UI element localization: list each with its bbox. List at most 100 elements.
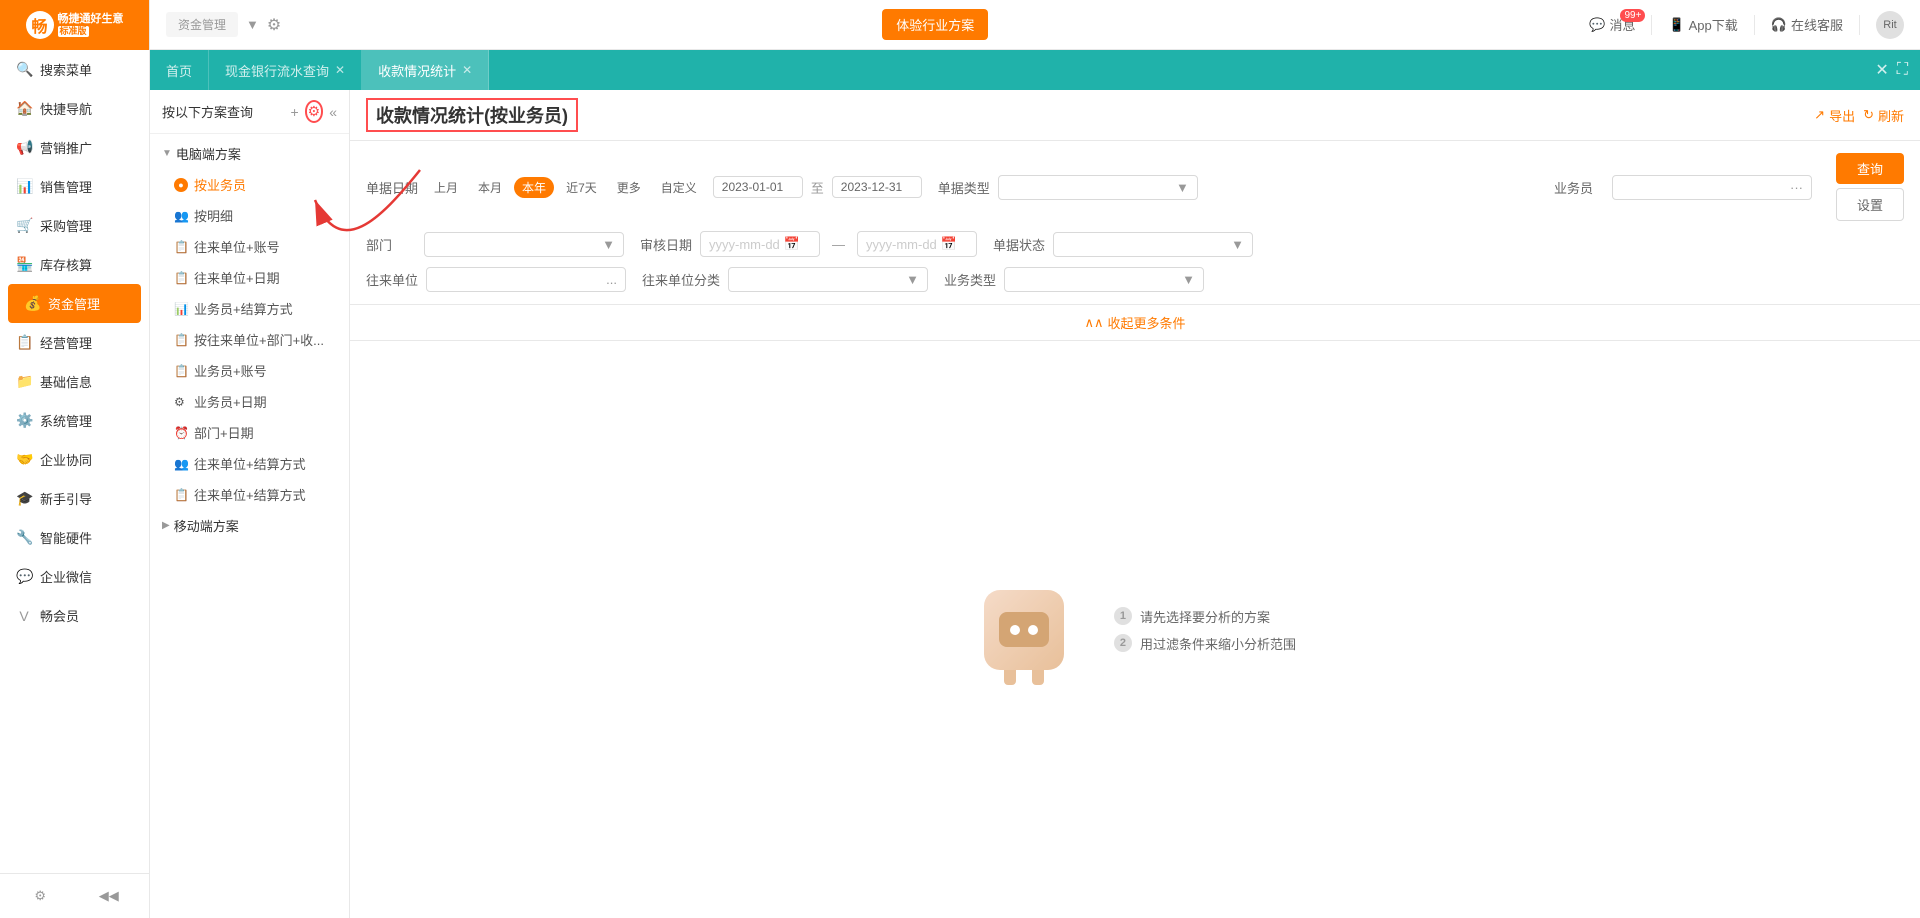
filter-docstatus-item: 单据状态 ▼ <box>993 232 1253 257</box>
doctype-select[interactable]: ▼ <box>998 175 1198 200</box>
sidebar-collapse-btn[interactable]: ◀◀ <box>77 882 142 910</box>
scheme-group-desktop[interactable]: ▼ 电脑端方案 <box>150 138 349 169</box>
top-gear-icon[interactable]: ⚙ <box>267 15 281 35</box>
set-btn[interactable]: 设置 <box>1836 188 1904 221</box>
biztype-dropdown-icon: ▼ <box>1182 272 1195 287</box>
date-custom[interactable]: 自定义 <box>653 177 705 198</box>
scheme-item-sale-date[interactable]: ⚙ 业务员+日期 <box>150 386 349 417</box>
refresh-label: 刷新 <box>1878 106 1904 125</box>
counterparty-class-select[interactable]: ▼ <box>728 267 928 292</box>
inventory-icon: 🏪 <box>16 256 32 273</box>
sidebar-item-member[interactable]: V 畅会员 <box>0 596 149 635</box>
tab-maximize-icon[interactable]: ⛶ <box>1897 61 1908 79</box>
date-last-month[interactable]: 上月 <box>426 177 466 198</box>
receipts-tab-close-icon[interactable]: ✕ <box>462 64 472 76</box>
group-mobile-expand-icon: ▶ <box>162 520 170 531</box>
date-this-month[interactable]: 本月 <box>470 177 510 198</box>
scheme-add-icon[interactable]: + <box>290 104 298 120</box>
sidebar-item-capital[interactable]: 💰 资金管理 <box>8 284 141 323</box>
scheme-settings-icon[interactable]: ⚙ <box>305 100 324 123</box>
refresh-btn[interactable]: ↻ 刷新 <box>1863 106 1904 125</box>
purchase-icon: 🛒 <box>16 217 32 234</box>
scheme-item-unit-date[interactable]: 📋 往来单位+日期 <box>150 262 349 293</box>
sidebar-item-sales[interactable]: 📊 销售管理 <box>0 167 149 206</box>
sidebar-item-marketing[interactable]: 📢 营销推广 <box>0 128 149 167</box>
sidebar-item-operation[interactable]: 📋 经营管理 <box>0 323 149 362</box>
date-7days[interactable]: 近7天 <box>558 177 605 198</box>
salesperson-label: 业务员 <box>1554 178 1604 197</box>
audit-date-to[interactable]: yyyy-mm-dd 📅 <box>857 231 977 257</box>
sidebar-item-basic[interactable]: 📁 基础信息 <box>0 362 149 401</box>
wechat-icon: 💬 <box>16 568 32 585</box>
counterparty-select[interactable]: ... <box>426 267 626 292</box>
sidebar-item-inventory[interactable]: 🏪 库存核算 <box>0 245 149 284</box>
salesperson-more-icon: ··· <box>1790 180 1803 195</box>
audit-date-to-placeholder: yyyy-mm-dd <box>866 237 937 252</box>
unit-account-icon: 📋 <box>174 240 188 254</box>
home-tab-label: 首页 <box>166 61 192 80</box>
tab-close-all-icon[interactable]: ✕ <box>1875 60 1888 80</box>
scheme-item-unit-account[interactable]: 📋 往来单位+账号 <box>150 231 349 262</box>
top-header: 资金管理 ▼ ⚙ 体验行业方案 💬 消息 99+ 📱 App下载 🎧 在线客服 <box>150 0 1920 50</box>
sidebar-nav: 🔍 搜索菜单 🏠 快捷导航 📢 营销推广 📊 销售管理 🛒 采购管理 🏪 库存核… <box>0 50 149 873</box>
date-from-input[interactable] <box>713 176 803 198</box>
scheme-item-dept-date[interactable]: ⏰ 部门+日期 <box>150 417 349 448</box>
query-btn[interactable]: 查询 <box>1836 153 1904 184</box>
sidebar-item-purchase[interactable]: 🛒 采购管理 <box>0 206 149 245</box>
scheme-panel: 按以下方案查询 + ⚙ « ▼ 电脑端方案 ● 按业务员 👥 按 <box>150 90 350 918</box>
robot-eye-left <box>1010 625 1020 635</box>
salesperson-select[interactable]: ··· <box>1612 175 1812 200</box>
scheme-item-unit-dept[interactable]: 📋 按往来单位+部门+收... <box>150 324 349 355</box>
sidebar-item-search[interactable]: 🔍 搜索菜单 <box>0 50 149 89</box>
sidebar-settings-btn[interactable]: ⚙ <box>8 882 73 910</box>
sale-date-icon: ⚙ <box>174 395 188 409</box>
divider2 <box>1754 15 1755 35</box>
sidebar-bottom: ⚙ ◀◀ <box>0 873 149 918</box>
basic-icon: 📁 <box>16 373 32 390</box>
online-service-btn[interactable]: 🎧 在线客服 <box>1771 15 1843 34</box>
filter-row-2: 部门 ▼ 审核日期 yyyy-mm-dd 📅 — <box>366 231 1904 257</box>
service-icon: 🎧 <box>1771 17 1787 33</box>
date-separator: 至 <box>811 178 824 197</box>
date-this-year[interactable]: 本年 <box>514 177 554 198</box>
filter-salesperson-item: 业务员 ··· <box>1554 175 1812 200</box>
biztype-select[interactable]: ▼ <box>1004 267 1204 292</box>
scheme-item-unit-settle1[interactable]: 👥 往来单位+结算方式 <box>150 448 349 479</box>
user-avatar-btn[interactable]: Rit <box>1876 11 1904 39</box>
audit-date-from[interactable]: yyyy-mm-dd 📅 <box>700 231 820 257</box>
message-btn[interactable]: 💬 消息 99+ <box>1589 15 1635 34</box>
bank-tab-close-icon[interactable]: ✕ <box>335 64 345 76</box>
scheme-list: ▼ 电脑端方案 ● 按业务员 👥 按明细 📋 往来单位+账号 📋 往来 <box>150 134 349 918</box>
empty-steps: 1 请先选择要分析的方案 2 用过滤条件来缩小分析范围 <box>1114 607 1296 653</box>
empty-step-1: 1 请先选择要分析的方案 <box>1114 607 1296 626</box>
scheme-group-mobile[interactable]: ▶ 移动端方案 <box>150 510 349 541</box>
sidebar-item-enterprise[interactable]: 🤝 企业协同 <box>0 440 149 479</box>
scheme-item-unit-settle2[interactable]: 📋 往来单位+结算方式 <box>150 479 349 510</box>
sidebar-item-wechat[interactable]: 💬 企业微信 <box>0 557 149 596</box>
sidebar-item-system[interactable]: ⚙️ 系统管理 <box>0 401 149 440</box>
app-download-btn[interactable]: 📱 App下载 <box>1668 15 1737 34</box>
scheme-item-detail[interactable]: 👥 按明细 <box>150 200 349 231</box>
refresh-icon: ↻ <box>1863 107 1874 123</box>
message-icon: 💬 <box>1589 17 1605 33</box>
export-btn[interactable]: ↗ 导出 <box>1814 106 1855 125</box>
scheme-collapse-icon[interactable]: « <box>329 104 337 120</box>
date-more[interactable]: 更多 <box>609 177 649 198</box>
audit-date-label: 审核日期 <box>640 235 692 254</box>
sidebar-item-guide[interactable]: 🎓 新手引导 <box>0 479 149 518</box>
main-panel: 收款情况统计(按业务员) ↗ 导出 ↻ 刷新 <box>350 90 1920 918</box>
sidebar-item-quicknav[interactable]: 🏠 快捷导航 <box>0 89 149 128</box>
scheme-item-sale-settle[interactable]: 📊 业务员+结算方式 <box>150 293 349 324</box>
dept-select[interactable]: ▼ <box>424 232 624 257</box>
collapse-bar[interactable]: ∧∧ 收起更多条件 <box>350 305 1920 341</box>
date-to-input[interactable] <box>832 176 922 198</box>
trial-btn[interactable]: 体验行业方案 <box>882 9 988 40</box>
tab-bank[interactable]: 现金银行流水查询 ✕ <box>209 50 362 90</box>
breadcrumb-dropdown-icon[interactable]: ▼ <box>246 17 259 32</box>
scheme-item-sale-account[interactable]: 📋 业务员+账号 <box>150 355 349 386</box>
tab-receipts[interactable]: 收款情况统计 ✕ <box>362 50 489 90</box>
sidebar-item-hardware[interactable]: 🔧 智能硬件 <box>0 518 149 557</box>
tab-home[interactable]: 首页 <box>150 50 209 90</box>
docstatus-select[interactable]: ▼ <box>1053 232 1253 257</box>
scheme-item-salesperson[interactable]: ● 按业务员 <box>150 169 349 200</box>
